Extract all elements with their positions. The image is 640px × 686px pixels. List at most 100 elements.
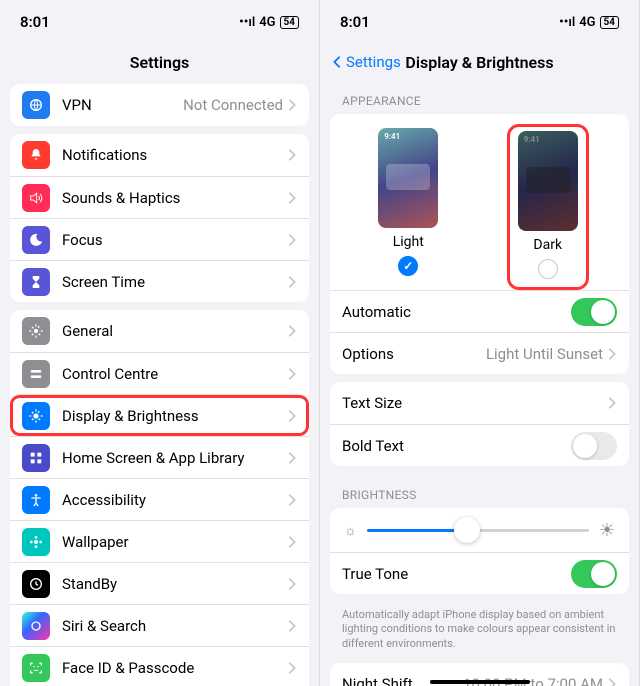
home-indicator[interactable] — [430, 680, 530, 684]
true-tone-footer: Automatically adapt iPhone display based… — [320, 602, 639, 655]
signal-icon: ••ıl — [239, 15, 255, 30]
chevron-right-icon — [287, 577, 297, 591]
appearance-dark[interactable]: 9:41 Dark — [518, 131, 578, 279]
light-radio[interactable] — [398, 256, 418, 276]
brightness-slider-row: ☼ ☀ — [330, 508, 629, 552]
display-brightness-screen: 8:01 ••ıl 4G 54 Settings Display & Brigh… — [320, 0, 640, 686]
group-brightness: ☼ ☀ True Tone — [330, 508, 629, 594]
bold-text-switch[interactable] — [571, 432, 617, 460]
gear-icon — [22, 317, 50, 345]
status-time: 8:01 — [340, 13, 370, 31]
group-general: General Control Centre Display & Brightn… — [10, 310, 309, 686]
chevron-right-icon — [287, 451, 297, 465]
chevron-right-icon — [287, 409, 297, 423]
row-automatic: Automatic — [330, 290, 629, 332]
row-homescreen[interactable]: Home Screen & App Library — [10, 436, 309, 478]
grid-icon — [22, 444, 50, 472]
chevron-left-icon — [330, 55, 344, 69]
row-label: VPN — [62, 96, 183, 114]
status-bar: 8:01 ••ıl 4G 54 — [320, 0, 639, 44]
row-standby[interactable]: StandBy — [10, 562, 309, 604]
speaker-icon — [22, 184, 50, 212]
status-bar: 8:01 ••ıl 4G 54 — [0, 0, 319, 44]
battery-icon: 54 — [280, 16, 299, 29]
chevron-right-icon — [287, 661, 297, 675]
group-notifications: Notifications Sounds & Haptics Focus Scr… — [10, 134, 309, 302]
chevron-right-icon — [607, 396, 617, 410]
settings-list[interactable]: VPN Not Connected Notifications Sounds &… — [0, 80, 319, 686]
row-vpn[interactable]: VPN Not Connected — [10, 84, 309, 126]
row-focus[interactable]: Focus — [10, 218, 309, 260]
nav-bar: Settings Display & Brightness — [320, 44, 639, 80]
row-controlcentre[interactable]: Control Centre — [10, 352, 309, 394]
chevron-right-icon — [607, 677, 617, 686]
row-siri[interactable]: Siri & Search — [10, 604, 309, 646]
chevron-right-icon — [287, 535, 297, 549]
dark-preview-icon: 9:41 — [518, 131, 578, 231]
chevron-right-icon — [287, 367, 297, 381]
sun-icon — [22, 402, 50, 430]
chevron-right-icon — [287, 233, 297, 247]
chevron-right-icon — [287, 148, 297, 162]
row-accessibility[interactable]: Accessibility — [10, 478, 309, 520]
light-preview-icon: 9:41 — [378, 128, 438, 228]
status-indicators: ••ıl 4G 54 — [239, 15, 299, 30]
clock-icon — [22, 570, 50, 598]
group-text: Text Size Bold Text — [330, 382, 629, 466]
row-wallpaper[interactable]: Wallpaper — [10, 520, 309, 562]
sun-small-icon: ☼ — [344, 522, 357, 539]
hourglass-icon — [22, 268, 50, 296]
row-sounds[interactable]: Sounds & Haptics — [10, 176, 309, 218]
moon-icon — [22, 226, 50, 254]
accessibility-icon — [22, 486, 50, 514]
battery-icon: 54 — [600, 16, 619, 29]
nav-bar: Settings — [0, 44, 319, 80]
back-button[interactable]: Settings — [330, 53, 401, 71]
chevron-right-icon — [287, 191, 297, 205]
signal-icon: ••ıl — [559, 15, 575, 30]
row-text-size[interactable]: Text Size — [330, 382, 629, 424]
row-bold-text: Bold Text — [330, 424, 629, 466]
row-true-tone: True Tone — [330, 552, 629, 594]
group-vpn: VPN Not Connected — [10, 84, 309, 126]
sun-large-icon: ☀ — [599, 520, 615, 541]
row-faceid[interactable]: Face ID & Passcode — [10, 646, 309, 686]
appearance-picker: 9:41 Light 9:41 Dark — [330, 114, 629, 290]
row-general[interactable]: General — [10, 310, 309, 352]
group-appearance: 9:41 Light 9:41 Dark Automatic Options — [330, 114, 629, 374]
bell-icon — [22, 141, 50, 169]
page-title: Display & Brightness — [405, 53, 553, 72]
chevron-right-icon — [287, 275, 297, 289]
siri-icon — [22, 612, 50, 640]
chevron-right-icon — [287, 324, 297, 338]
network-label: 4G — [259, 15, 275, 30]
display-settings[interactable]: APPEARANCE 9:41 Light 9:41 Dark Automati — [320, 80, 639, 686]
toggles-icon — [22, 360, 50, 388]
chevron-right-icon — [287, 619, 297, 633]
dark-highlight: 9:41 Dark — [507, 124, 589, 290]
row-notifications[interactable]: Notifications — [10, 134, 309, 176]
status-time: 8:01 — [20, 13, 50, 31]
brightness-slider[interactable] — [367, 529, 589, 532]
faceid-icon — [22, 654, 50, 682]
chevron-right-icon — [287, 98, 297, 112]
vpn-icon — [22, 91, 50, 119]
settings-screen: 8:01 ••ıl 4G 54 Settings VPN Not Connect… — [0, 0, 320, 686]
appearance-light[interactable]: 9:41 Light — [378, 128, 438, 282]
row-value: Not Connected — [183, 96, 283, 114]
row-screentime[interactable]: Screen Time — [10, 260, 309, 302]
true-tone-switch[interactable] — [571, 560, 617, 588]
network-label: 4G — [579, 15, 595, 30]
flower-icon — [22, 528, 50, 556]
appearance-header: APPEARANCE — [320, 80, 639, 114]
row-options[interactable]: Options Light Until Sunset — [330, 332, 629, 374]
slider-thumb[interactable] — [454, 517, 480, 543]
automatic-switch[interactable] — [571, 298, 617, 326]
chevron-right-icon — [607, 347, 617, 361]
row-display-brightness[interactable]: Display & Brightness — [10, 394, 309, 436]
dark-radio[interactable] — [538, 259, 558, 279]
page-title: Settings — [130, 53, 190, 72]
status-indicators: ••ıl 4G 54 — [559, 15, 619, 30]
chevron-right-icon — [287, 493, 297, 507]
brightness-header: BRIGHTNESS — [320, 474, 639, 508]
